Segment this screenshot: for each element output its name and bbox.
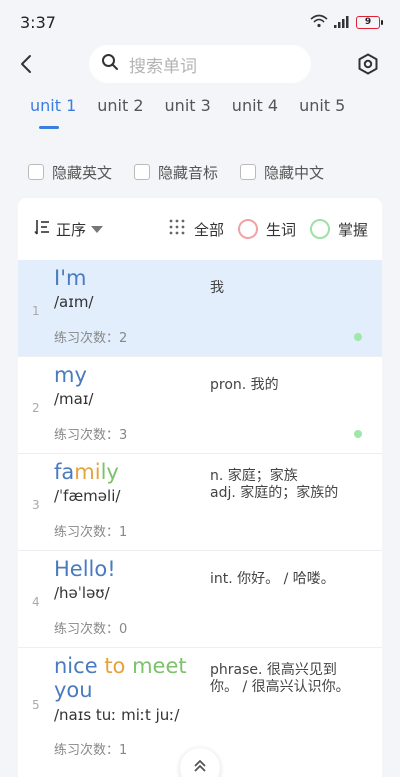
filter-all-option[interactable]: 全部 — [168, 218, 224, 240]
word-syllable: mi — [74, 460, 101, 484]
status-time: 3:37 — [20, 12, 56, 32]
word-syllable: ly — [100, 460, 119, 484]
word-text: family — [54, 460, 204, 484]
filter-label: 隐藏中文 — [264, 163, 325, 182]
all-label: 全部 — [193, 220, 224, 239]
word-text: my — [54, 363, 87, 387]
row-number: 2 — [32, 401, 40, 415]
sort-bar: 正序 全部 生词 掌握 — [18, 198, 382, 260]
chevron-left-icon — [21, 55, 31, 73]
double-chevron-up-icon — [194, 759, 206, 772]
word-phonetic: /aɪm/ — [54, 293, 94, 311]
word-meaning: int. 你好。 / 哈喽。 — [210, 571, 335, 587]
checkbox-box — [134, 164, 151, 180]
word-row[interactable]: 4 Hello! /həˈləʊ/ 练习次数：0 int. 你好。 / 哈喽。 — [18, 551, 382, 648]
new-word-circle-icon — [237, 219, 258, 239]
word-meaning: phrase. 很高兴见到你。 / 很高兴认识你。 — [210, 662, 350, 695]
tab-unit-3[interactable]: unit 3 — [165, 96, 211, 130]
word-row[interactable]: 2 my /maɪ/ 练习次数：3 pron. 我的 — [18, 357, 382, 454]
word-row[interactable]: 1 I'm /aɪm/ 练习次数：2 我 — [18, 260, 382, 357]
word-phonetic: /həˈləʊ/ — [54, 584, 110, 602]
hide-english-checkbox[interactable]: 隐藏英文 — [28, 162, 112, 183]
checkbox-box — [240, 164, 257, 180]
search-icon — [101, 53, 119, 75]
word-list-panel: 正序 全部 生词 掌握 1 I'm /aɪm/ 练习次数：2 我 2 my /m… — [18, 198, 382, 777]
mastered-dot-icon — [354, 333, 362, 341]
word-phonetic: /maɪ/ — [54, 390, 94, 408]
new-label: 生词 — [265, 220, 296, 239]
hexagon-settings-icon — [358, 53, 378, 75]
status-icons: 9 — [310, 13, 383, 32]
back-button[interactable] — [12, 50, 40, 78]
practice-count: 练习次数：1 — [54, 525, 128, 540]
word-part: nice — [54, 654, 98, 678]
practice-count: 练习次数：2 — [54, 331, 128, 346]
word-meaning: n. 家庭；家族 adj. 家庭的；家族的 — [210, 468, 339, 501]
caret-down-icon — [91, 225, 104, 233]
hide-chinese-checkbox[interactable]: 隐藏中文 — [240, 162, 324, 183]
practice-count: 练习次数：3 — [54, 428, 128, 443]
word-text: nice to meet you — [54, 654, 214, 702]
signal-icon — [334, 13, 350, 32]
unit-tabs: unit 1 unit 2 unit 3 unit 4 unit 5 — [30, 96, 366, 130]
battery-icon: 9 — [356, 15, 383, 29]
sort-icon — [34, 219, 50, 239]
word-syllable: fa — [54, 460, 75, 484]
settings-button[interactable] — [354, 50, 382, 78]
mastered-dot-icon — [354, 430, 362, 438]
word-part: you — [54, 678, 93, 702]
checkbox-box — [28, 164, 44, 180]
row-number: 3 — [32, 498, 40, 512]
hide-phonetic-checkbox[interactable]: 隐藏音标 — [134, 162, 218, 183]
row-number: 1 — [32, 304, 40, 318]
word-row[interactable]: 3 family /ˈfæməli/ 练习次数：1 n. 家庭；家族 adj. … — [18, 454, 382, 551]
practice-count: 练习次数：0 — [54, 622, 128, 637]
display-filters: 隐藏英文 隐藏音标 隐藏中文 — [18, 152, 382, 192]
mastered-circle-icon — [309, 219, 330, 239]
word-phonetic: /ˈfæməli/ — [54, 487, 121, 505]
status-bar: 3:37 9 — [0, 0, 400, 44]
word-phonetic: /naɪs tuː miːt juː/ — [54, 706, 180, 724]
tab-unit-4[interactable]: unit 4 — [232, 96, 278, 130]
row-number: 4 — [32, 595, 40, 609]
word-part: to — [104, 654, 126, 678]
word-text: I'm — [54, 266, 87, 290]
top-bar: 搜索单词 — [0, 44, 400, 84]
filter-label: 隐藏英文 — [52, 163, 113, 182]
filter-new-words-option[interactable]: 生词 — [237, 219, 296, 240]
tab-unit-1[interactable]: unit 1 — [30, 96, 76, 130]
wifi-icon — [310, 13, 328, 32]
mastered-label: 掌握 — [337, 220, 368, 239]
sort-label: 正序 — [56, 220, 87, 239]
word-part: meet — [132, 654, 187, 678]
word-meaning: pron. 我的 — [210, 377, 279, 393]
sort-order-dropdown[interactable]: 正序 — [34, 219, 104, 240]
filter-mastered-option[interactable]: 掌握 — [309, 219, 368, 240]
search-input[interactable]: 搜索单词 — [89, 45, 311, 83]
word-text: Hello! — [54, 557, 116, 581]
practice-count: 练习次数：1 — [54, 743, 128, 758]
tab-unit-5[interactable]: unit 5 — [299, 96, 345, 130]
tab-unit-2[interactable]: unit 2 — [97, 96, 143, 130]
word-meaning: 我 — [210, 280, 224, 296]
row-number: 5 — [32, 698, 40, 712]
filter-label: 隐藏音标 — [158, 163, 219, 182]
search-placeholder: 搜索单词 — [129, 56, 197, 77]
grid-dots-icon — [168, 218, 186, 240]
